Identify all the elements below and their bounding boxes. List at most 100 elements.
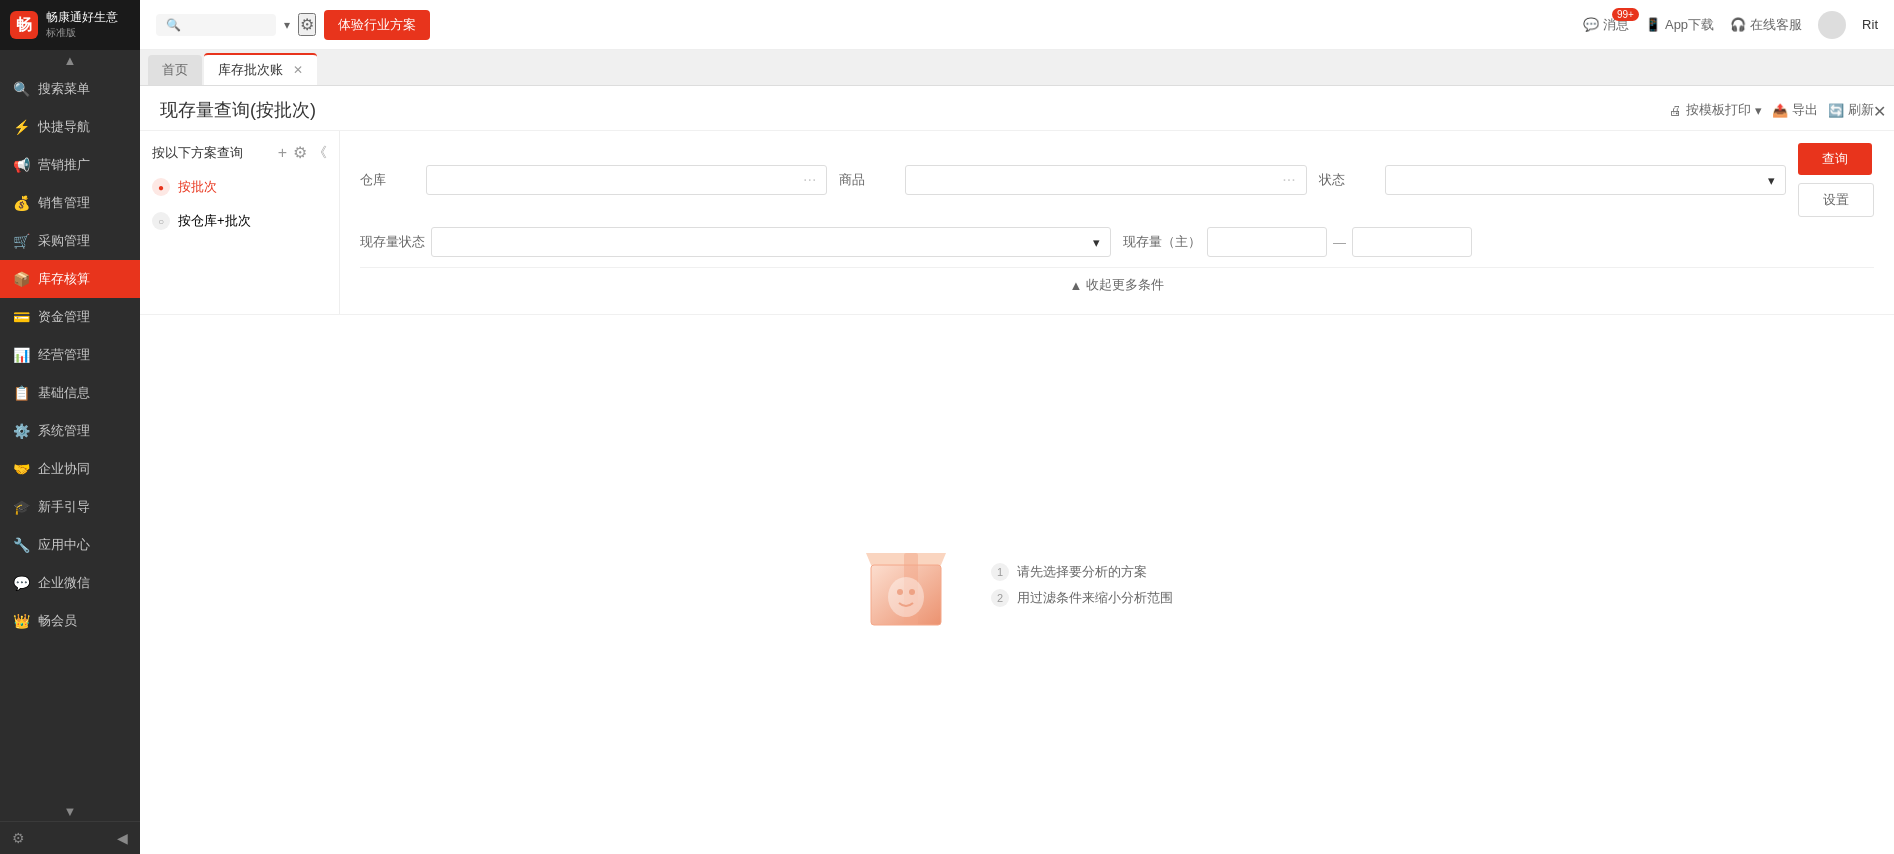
- scheme-item-by-warehouse-batch[interactable]: ○ 按仓库+批次: [140, 204, 339, 238]
- empty-box-svg: [861, 535, 961, 645]
- scheme-item-by-batch[interactable]: ● 按批次: [140, 170, 339, 204]
- svg-point-5: [888, 577, 924, 617]
- sidebar: 畅 畅康通好生意 标准版 ▲ 🔍 搜索菜单 ⚡ 快捷导航 📢 营销推广 💰 销售…: [0, 0, 140, 854]
- tab-home[interactable]: 首页: [148, 55, 202, 85]
- page-title: 现存量查询(按批次): [160, 98, 316, 122]
- sidebar-item-inventory[interactable]: 📦 库存核算: [0, 260, 140, 298]
- sidebar-item-quick-nav[interactable]: ⚡ 快捷导航: [0, 108, 140, 146]
- refresh-icon: 🔄: [1828, 103, 1844, 118]
- right-close-button[interactable]: ✕: [1865, 94, 1894, 129]
- filter-row-2: 现存量状态 ▾ 现存量（主） —: [360, 227, 1874, 257]
- scheme-add-button[interactable]: +: [278, 143, 287, 162]
- phone-icon: 📱: [1645, 17, 1661, 32]
- sidebar-item-enterprise[interactable]: 🤝 企业协同: [0, 450, 140, 488]
- app-info: 畅康通好生意 标准版: [46, 10, 118, 40]
- page-actions: 🖨 按模板打印 ▾ 📤 导出 🔄 刷新: [1669, 101, 1874, 119]
- filter-settings-button[interactable]: 设置: [1798, 183, 1874, 217]
- empty-hint-2: 2 用过滤条件来缩小分析范围: [991, 589, 1173, 607]
- sidebar-item-system[interactable]: ⚙️ 系统管理: [0, 412, 140, 450]
- sidebar-item-purchase[interactable]: 🛒 采购管理: [0, 222, 140, 260]
- collapse-more-label: 收起更多条件: [1086, 276, 1164, 294]
- tab-close-icon[interactable]: ✕: [293, 63, 303, 77]
- trial-button[interactable]: 体验行业方案: [324, 10, 430, 40]
- sidebar-header: 畅 畅康通好生意 标准版: [0, 0, 140, 50]
- empty-hints: 1 请先选择要分析的方案 2 用过滤条件来缩小分析范围: [991, 563, 1173, 607]
- print-button[interactable]: 🖨 按模板打印 ▾: [1669, 101, 1762, 119]
- member-icon: 👑: [12, 612, 30, 630]
- username: Rit: [1862, 17, 1878, 32]
- sidebar-scroll-up[interactable]: ▲: [0, 50, 140, 70]
- warehouse-dots[interactable]: ···: [803, 171, 816, 189]
- sidebar-item-app-center[interactable]: 🔧 应用中心: [0, 526, 140, 564]
- sidebar-item-guide[interactable]: 🎓 新手引导: [0, 488, 140, 526]
- status-field: 状态 ▾: [1319, 165, 1786, 195]
- inventory-status-select[interactable]: ▾: [431, 227, 1111, 257]
- sidebar-item-member[interactable]: 👑 畅会员: [0, 602, 140, 640]
- hint-1-text: 请先选择要分析的方案: [1017, 563, 1147, 581]
- export-icon: 📤: [1772, 103, 1788, 118]
- filter-row-1: 仓库 ··· 商品 ···: [360, 143, 1874, 217]
- sidebar-item-label: 应用中心: [38, 536, 90, 554]
- sidebar-settings-button[interactable]: ⚙: [12, 830, 25, 846]
- sidebar-item-marketing[interactable]: 📢 营销推广: [0, 146, 140, 184]
- empty-illustration: [861, 535, 961, 635]
- topbar-search[interactable]: 🔍: [156, 14, 276, 36]
- status-select[interactable]: ▾: [1385, 165, 1786, 195]
- app-download-label: App下载: [1665, 16, 1714, 34]
- scheme-panel-actions: + ⚙ 《: [278, 143, 327, 162]
- inventory-status-label: 现存量状态: [360, 233, 425, 251]
- purchase-icon: 🛒: [12, 232, 30, 250]
- sidebar-item-label: 搜索菜单: [38, 80, 90, 98]
- customer-service-button[interactable]: 🎧 在线客服: [1730, 16, 1802, 34]
- scheme-collapse-button[interactable]: 《: [313, 143, 327, 162]
- topbar-dropdown[interactable]: ▾: [284, 18, 290, 32]
- scheme-panel: 按以下方案查询 + ⚙ 《 ● 按批次 ○ 按仓库+批次: [140, 131, 340, 314]
- sidebar-collapse-button[interactable]: ◀: [117, 830, 128, 846]
- messages-button[interactable]: 💬 消息 99+: [1583, 16, 1629, 34]
- product-dots[interactable]: ···: [1282, 171, 1295, 189]
- topbar-settings-button[interactable]: ⚙: [298, 13, 316, 36]
- tab-inventory-batch-label: 库存批次账: [218, 61, 283, 79]
- sidebar-item-label: 基础信息: [38, 384, 90, 402]
- collapse-more-button[interactable]: ▲ 收起更多条件: [360, 267, 1874, 302]
- messages-badge: 99+: [1612, 8, 1639, 21]
- sidebar-item-label: 销售管理: [38, 194, 90, 212]
- guide-icon: 🎓: [12, 498, 30, 516]
- inventory-qty-to-input[interactable]: [1352, 227, 1472, 257]
- tab-inventory-batch[interactable]: 库存批次账 ✕: [204, 53, 317, 85]
- warehouse-field: 仓库 ···: [360, 165, 827, 195]
- sidebar-item-wechat[interactable]: 💬 企业微信: [0, 564, 140, 602]
- sidebar-item-search[interactable]: 🔍 搜索菜单: [0, 70, 140, 108]
- sidebar-item-label: 系统管理: [38, 422, 90, 440]
- scheme-settings-button[interactable]: ⚙: [293, 143, 307, 162]
- status-arrow-icon: ▾: [1768, 173, 1775, 188]
- export-button[interactable]: 📤 导出: [1772, 101, 1818, 119]
- sidebar-item-operations[interactable]: 📊 经营管理: [0, 336, 140, 374]
- product-input[interactable]: ···: [905, 165, 1306, 195]
- sidebar-item-label: 经营管理: [38, 346, 90, 364]
- product-field: 商品 ···: [839, 165, 1306, 195]
- sidebar-item-label: 企业微信: [38, 574, 90, 592]
- app-version: 标准版: [46, 26, 118, 40]
- inventory-status-field: 现存量状态 ▾: [360, 227, 1111, 257]
- query-button[interactable]: 查询: [1798, 143, 1872, 175]
- marketing-icon: 📢: [12, 156, 30, 174]
- sidebar-item-finance[interactable]: 💳 资金管理: [0, 298, 140, 336]
- sidebar-scroll-down[interactable]: ▼: [0, 801, 140, 821]
- sales-icon: 💰: [12, 194, 30, 212]
- empty-state: 1 请先选择要分析的方案 2 用过滤条件来缩小分析范围: [140, 315, 1894, 854]
- warehouse-input[interactable]: ···: [426, 165, 827, 195]
- sidebar-item-label: 采购管理: [38, 232, 90, 250]
- sidebar-item-basic[interactable]: 📋 基础信息: [0, 374, 140, 412]
- inventory-qty-from-input[interactable]: [1207, 227, 1327, 257]
- export-label: 导出: [1792, 101, 1818, 119]
- svg-point-6: [897, 589, 903, 595]
- basic-icon: 📋: [12, 384, 30, 402]
- sidebar-nav: 🔍 搜索菜单 ⚡ 快捷导航 📢 营销推广 💰 销售管理 🛒 采购管理 📦 库存核…: [0, 70, 140, 801]
- app-download-button[interactable]: 📱 App下载: [1645, 16, 1714, 34]
- collapse-up-icon: ▲: [1070, 278, 1083, 293]
- svg-point-7: [909, 589, 915, 595]
- filter-form: 仓库 ··· 商品 ···: [340, 131, 1894, 314]
- sidebar-item-sales[interactable]: 💰 销售管理: [0, 184, 140, 222]
- print-dropdown-icon: ▾: [1755, 103, 1762, 118]
